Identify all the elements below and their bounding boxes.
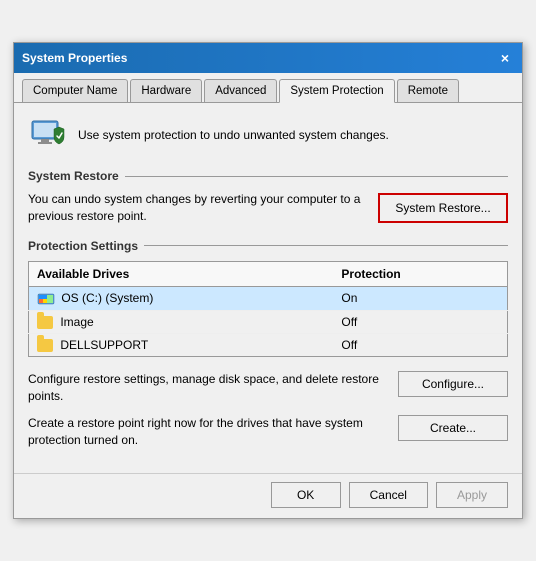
system-properties-window: System Properties × Computer Name Hardwa… [13, 42, 523, 518]
window-title: System Properties [22, 51, 127, 65]
configure-button[interactable]: Configure... [398, 371, 508, 397]
table-row[interactable]: DELLSUPPORT Off [29, 334, 508, 357]
ok-button[interactable]: OK [271, 482, 341, 508]
system-restore-row: You can undo system changes by reverting… [28, 191, 508, 225]
drive-name-cell: DELLSUPPORT [29, 334, 334, 357]
apply-button[interactable]: Apply [436, 482, 508, 508]
create-button[interactable]: Create... [398, 415, 508, 441]
tab-remote[interactable]: Remote [397, 79, 459, 102]
drive-dellsupport-protection: Off [333, 334, 507, 357]
header-section: Use system protection to undo unwanted s… [28, 115, 508, 155]
configure-description: Configure restore settings, manage disk … [28, 371, 388, 405]
tab-bar: Computer Name Hardware Advanced System P… [14, 73, 522, 103]
table-row[interactable]: OS (C:) (System) On [29, 286, 508, 310]
create-description: Create a restore point right now for the… [28, 415, 388, 449]
drive-name-cell: Image [29, 310, 334, 333]
folder-icon [37, 316, 53, 329]
dialog-buttons: OK Cancel Apply [14, 473, 522, 518]
tab-advanced[interactable]: Advanced [204, 79, 277, 102]
close-button[interactable]: × [496, 49, 514, 67]
drive-image-name: Image [60, 315, 93, 329]
drive-image-protection: Off [333, 310, 507, 333]
tab-computer-name[interactable]: Computer Name [22, 79, 128, 102]
system-restore-title: System Restore [28, 169, 508, 183]
table-row[interactable]: Image Off [29, 310, 508, 333]
tab-system-protection[interactable]: System Protection [279, 79, 394, 103]
folder-icon [37, 339, 53, 352]
tab-hardware[interactable]: Hardware [130, 79, 202, 102]
protection-settings-section: Protection Settings Available Drives Pro… [28, 239, 508, 357]
drive-os-protection: On [333, 286, 507, 310]
drive-dellsupport-name: DELLSUPPORT [60, 338, 148, 352]
configure-row: Configure restore settings, manage disk … [28, 371, 508, 405]
create-row: Create a restore point right now for the… [28, 415, 508, 449]
system-protection-icon [28, 115, 68, 155]
header-text: Use system protection to undo unwanted s… [78, 127, 389, 144]
tab-content: Use system protection to undo unwanted s… [14, 103, 522, 468]
col-drives-header: Available Drives [29, 261, 334, 286]
cancel-button[interactable]: Cancel [349, 482, 428, 508]
col-protection-header: Protection [333, 261, 507, 286]
header-svg-icon [28, 115, 68, 155]
drive-name-cell: OS (C:) (System) [29, 286, 334, 310]
system-restore-button[interactable]: System Restore... [378, 193, 508, 223]
drive-os-name: OS (C:) (System) [61, 291, 153, 305]
drives-table: Available Drives Protection [28, 261, 508, 357]
protection-settings-title: Protection Settings [28, 239, 508, 253]
title-bar: System Properties × [14, 43, 522, 73]
system-restore-section: System Restore You can undo system chang… [28, 169, 508, 225]
system-restore-description: You can undo system changes by reverting… [28, 191, 368, 225]
os-drive-icon [37, 291, 61, 305]
